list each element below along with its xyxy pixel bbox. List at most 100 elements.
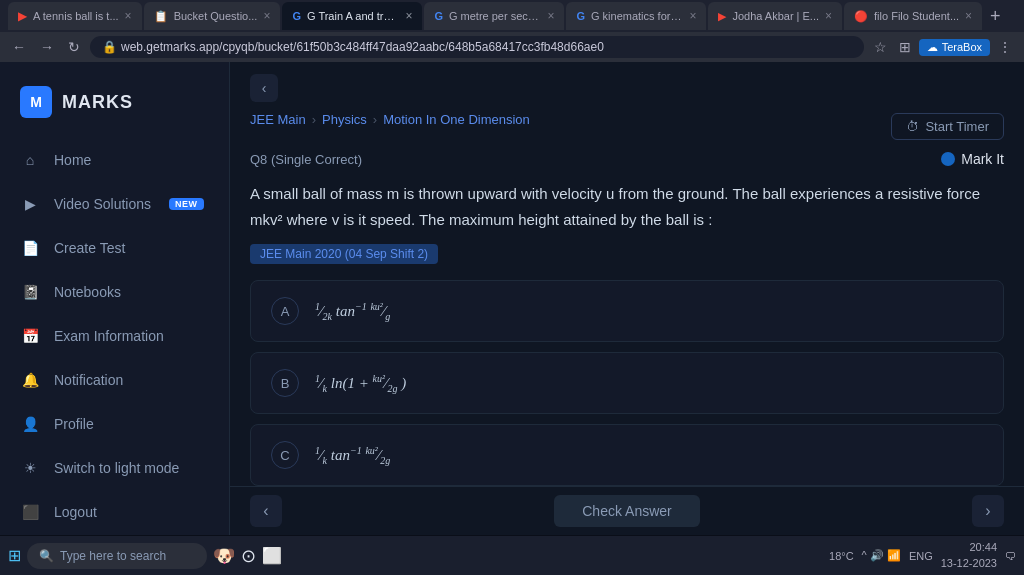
sidebar-item-switchmode-label: Switch to light mode	[54, 460, 179, 476]
task-widget-icon[interactable]: 🐶	[213, 545, 235, 567]
tab-close-icon[interactable]: ×	[825, 9, 832, 23]
tab-tennis[interactable]: ▶ A tennis ball is t... ×	[8, 2, 142, 30]
tab-kinematics[interactable]: G G kinematics form... ×	[566, 2, 706, 30]
option-c-text: 1⁄k tan−1 ku²⁄2g	[315, 445, 390, 466]
breadcrumb-sep2: ›	[373, 112, 377, 127]
breadcrumb: JEE Main › Physics › Motion In One Dimen…	[250, 112, 530, 127]
sidebar-item-notebooks-label: Notebooks	[54, 284, 121, 300]
sidebar: M MARKS ⌂ Home ▶ Video Solutions NEW 📄 C…	[0, 62, 230, 535]
sidebar-item-profile-label: Profile	[54, 416, 94, 432]
search-icon: 🔍	[39, 549, 54, 563]
sidebar-item-profile[interactable]: 👤 Profile	[0, 402, 229, 446]
browser-actions: ☆ ⊞ ☁ TeraBox ⋮	[870, 37, 1016, 57]
question-text: A small ball of mass m is thrown upward …	[250, 181, 1004, 232]
content-header: ‹	[230, 62, 1024, 102]
reload-button[interactable]: ↻	[64, 37, 84, 57]
check-answer-button[interactable]: Check Answer	[554, 495, 699, 527]
option-b[interactable]: B 1⁄k ln(1 + ku²⁄2g )	[250, 352, 1004, 414]
sidebar-bottom: ☀ Switch to light mode ⬛ Logout	[0, 446, 229, 534]
breadcrumb-jee[interactable]: JEE Main	[250, 112, 306, 127]
taskbar-right: 18°C ^ 🔊 📶 ENG 20:44 13-12-2023 🗨	[829, 540, 1016, 571]
book-icon: 📓	[20, 282, 40, 302]
question-type-label: Q8 (Single Correct)	[250, 152, 362, 167]
menu-button[interactable]: ⋮	[994, 37, 1016, 57]
sidebar-item-home-label: Home	[54, 152, 91, 168]
option-a[interactable]: A 1⁄2k tan−1 ku²⁄g	[250, 280, 1004, 342]
mark-dot-icon	[941, 152, 955, 166]
cortana-icon[interactable]: ⊙	[241, 545, 256, 567]
home-icon: ⌂	[20, 150, 40, 170]
breadcrumb-physics[interactable]: Physics	[322, 112, 367, 127]
back-button[interactable]: ‹	[250, 74, 278, 102]
extension-button[interactable]: ⊞	[895, 37, 915, 57]
clock-display: 20:44 13-12-2023	[941, 540, 997, 571]
sidebar-item-notification[interactable]: 🔔 Notification	[0, 358, 229, 402]
sidebar-item-video-label: Video Solutions	[54, 196, 151, 212]
question-meta: Q8 (Single Correct) Mark It	[250, 151, 1004, 167]
logo-text: MARKS	[62, 92, 133, 113]
tab-close-icon[interactable]: ×	[125, 9, 132, 23]
content-area: JEE Main › Physics › Motion In One Dimen…	[230, 102, 1024, 486]
notification-icon[interactable]: 🗨	[1005, 550, 1016, 562]
tab-close-icon[interactable]: ×	[965, 9, 972, 23]
tab-close-icon[interactable]: ×	[263, 9, 270, 23]
option-c-label: C	[271, 441, 299, 469]
tab-bucket[interactable]: 📋 Bucket Questio... ×	[144, 2, 281, 30]
sidebar-item-home[interactable]: ⌂ Home	[0, 138, 229, 182]
logout-icon: ⬛	[20, 502, 40, 522]
tab-bar: ▶ A tennis ball is t... × 📋 Bucket Quest…	[0, 0, 1024, 32]
taskbar-search[interactable]: 🔍 Type here to search	[27, 543, 207, 569]
option-a-text: 1⁄2k tan−1 ku²⁄g	[315, 301, 390, 322]
tab-close-icon[interactable]: ×	[689, 9, 696, 23]
start-timer-button[interactable]: ⏱ Start Timer	[891, 113, 1004, 140]
sun-icon: ☀	[20, 458, 40, 478]
calendar-icon: 📅	[20, 326, 40, 346]
app-body: M MARKS ⌂ Home ▶ Video Solutions NEW 📄 C…	[0, 62, 1024, 535]
tab-filo[interactable]: 🔴 filo Filo Student... ×	[844, 2, 982, 30]
terabox-button[interactable]: ☁ TeraBox	[919, 39, 990, 56]
mark-it-button[interactable]: Mark It	[941, 151, 1004, 167]
bell-icon: 🔔	[20, 370, 40, 390]
tab-train-active[interactable]: G G Train A and trai... ×	[282, 2, 422, 30]
new-tab-button[interactable]: +	[984, 6, 1007, 27]
user-icon: 👤	[20, 414, 40, 434]
windows-icon[interactable]: ⊞	[8, 546, 21, 565]
address-bar: ← → ↻ 🔒 web.getmarks.app/cpyqb/bucket/61…	[0, 32, 1024, 62]
question-tag: JEE Main 2020 (04 Sep Shift 2)	[250, 244, 438, 264]
bookmark-button[interactable]: ☆	[870, 37, 891, 57]
forward-nav-button[interactable]: →	[36, 37, 58, 57]
breadcrumb-sep1: ›	[312, 112, 316, 127]
sidebar-item-examinfo-label: Exam Information	[54, 328, 164, 344]
sidebar-item-notification-label: Notification	[54, 372, 123, 388]
url-input[interactable]: 🔒 web.getmarks.app/cpyqb/bucket/61f50b3c…	[90, 36, 864, 58]
sidebar-item-createtest-label: Create Test	[54, 240, 125, 256]
sidebar-item-logout-label: Logout	[54, 504, 97, 520]
taskbar: ⊞ 🔍 Type here to search 🐶 ⊙ ⬜ 18°C ^ 🔊 📶…	[0, 535, 1024, 575]
sidebar-item-notebooks[interactable]: 📓 Notebooks	[0, 270, 229, 314]
sidebar-item-logout[interactable]: ⬛ Logout	[0, 490, 229, 534]
clock-icon: ⏱	[906, 119, 919, 134]
option-b-text: 1⁄k ln(1 + ku²⁄2g )	[315, 373, 406, 394]
option-a-label: A	[271, 297, 299, 325]
task-view-icon[interactable]: ⬜	[262, 546, 282, 565]
prev-question-button[interactable]: ‹	[250, 495, 282, 527]
tab-jodha[interactable]: ▶ Jodha Akbar | E... ×	[708, 2, 842, 30]
back-nav-button[interactable]: ←	[8, 37, 30, 57]
tab-close-icon[interactable]: ×	[547, 9, 554, 23]
sidebar-item-exam-information[interactable]: 📅 Exam Information	[0, 314, 229, 358]
language-indicator: ENG	[909, 550, 933, 562]
taskbar-left: ⊞ 🔍 Type here to search 🐶 ⊙ ⬜	[8, 543, 282, 569]
tab-close-icon[interactable]: ×	[405, 9, 412, 23]
sidebar-item-video-solutions[interactable]: ▶ Video Solutions NEW	[0, 182, 229, 226]
option-b-label: B	[271, 369, 299, 397]
sidebar-item-switch-mode[interactable]: ☀ Switch to light mode	[0, 446, 229, 490]
tab-metre[interactable]: G G metre per seco... ×	[424, 2, 564, 30]
option-c[interactable]: C 1⁄k tan−1 ku²⁄2g	[250, 424, 1004, 486]
sidebar-item-create-test[interactable]: 📄 Create Test	[0, 226, 229, 270]
next-question-button[interactable]: ›	[972, 495, 1004, 527]
breadcrumb-topic[interactable]: Motion In One Dimension	[383, 112, 530, 127]
footer-nav: ‹ Check Answer ›	[230, 486, 1024, 535]
video-icon: ▶	[20, 194, 40, 214]
system-icons: ^ 🔊 📶	[862, 549, 901, 562]
temp-display: 18°C	[829, 550, 854, 562]
